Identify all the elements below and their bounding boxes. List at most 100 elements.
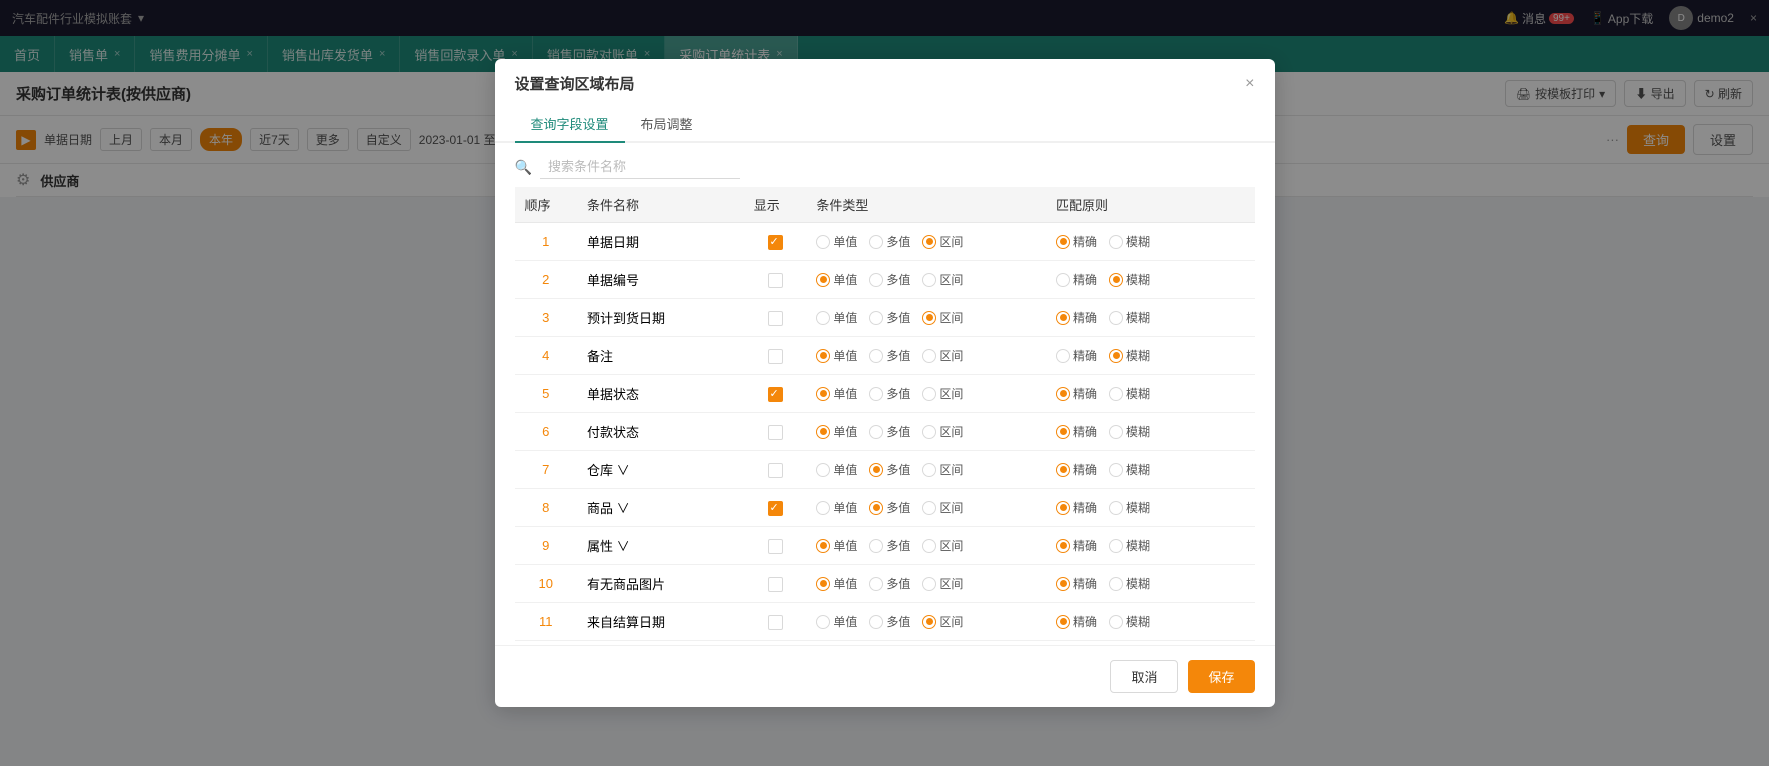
type-option-单值[interactable]: 单值 bbox=[816, 499, 857, 516]
type-option-多值[interactable]: 多值 bbox=[869, 461, 910, 478]
type-option-多值[interactable]: 多值 bbox=[869, 271, 910, 288]
type-option-单值[interactable]: 单值 bbox=[816, 271, 857, 288]
type-option-多值[interactable]: 多值 bbox=[869, 575, 910, 592]
radio-dot bbox=[922, 273, 936, 287]
row-name: 单据编号 bbox=[577, 261, 744, 299]
checkbox[interactable] bbox=[768, 349, 783, 364]
type-option-区间[interactable]: 区间 bbox=[922, 347, 963, 364]
row-show-checkbox[interactable] bbox=[744, 261, 807, 299]
row-type: 单值多值区间 bbox=[806, 261, 1046, 299]
match-option-精确[interactable]: 精确 bbox=[1056, 309, 1097, 326]
table-row: 2单据编号单值多值区间精确模糊 bbox=[515, 261, 1255, 299]
type-option-区间[interactable]: 区间 bbox=[922, 385, 963, 402]
row-show-checkbox[interactable] bbox=[744, 337, 807, 375]
row-match: 精确模糊 bbox=[1046, 451, 1254, 489]
match-option-模糊[interactable]: 模糊 bbox=[1109, 575, 1150, 592]
type-option-单值[interactable]: 单值 bbox=[816, 613, 857, 630]
type-option-区间[interactable]: 区间 bbox=[922, 499, 963, 516]
match-option-模糊[interactable]: 模糊 bbox=[1109, 537, 1150, 554]
row-name: 单据状态 bbox=[577, 375, 744, 413]
radio-dot bbox=[1109, 463, 1123, 477]
row-show-checkbox[interactable] bbox=[744, 223, 807, 261]
type-option-区间[interactable]: 区间 bbox=[922, 309, 963, 326]
match-option-模糊[interactable]: 模糊 bbox=[1109, 613, 1150, 630]
radio-dot bbox=[1056, 235, 1070, 249]
table-row: 9属性 ∨单值多值区间精确模糊 bbox=[515, 527, 1255, 565]
match-option-精确[interactable]: 精确 bbox=[1056, 423, 1097, 440]
checkbox[interactable] bbox=[768, 235, 783, 250]
type-option-区间[interactable]: 区间 bbox=[922, 461, 963, 478]
row-show-checkbox[interactable] bbox=[744, 451, 807, 489]
type-option-单值[interactable]: 单值 bbox=[816, 347, 857, 364]
row-seq: 1 bbox=[515, 223, 578, 261]
match-option-模糊[interactable]: 模糊 bbox=[1109, 233, 1150, 250]
row-show-checkbox[interactable] bbox=[744, 299, 807, 337]
radio-dot bbox=[922, 425, 936, 439]
modal-close-btn[interactable]: × bbox=[1245, 76, 1254, 92]
row-show-checkbox[interactable] bbox=[744, 375, 807, 413]
table-row: 6付款状态单值多值区间精确模糊 bbox=[515, 413, 1255, 451]
type-option-区间[interactable]: 区间 bbox=[922, 575, 963, 592]
tab-query-fields[interactable]: 查询字段设置 bbox=[515, 106, 625, 143]
type-option-多值[interactable]: 多值 bbox=[869, 499, 910, 516]
match-option-模糊[interactable]: 模糊 bbox=[1109, 385, 1150, 402]
type-option-单值[interactable]: 单值 bbox=[816, 537, 857, 554]
type-option-区间[interactable]: 区间 bbox=[922, 423, 963, 440]
match-option-模糊[interactable]: 模糊 bbox=[1109, 423, 1150, 440]
type-option-区间[interactable]: 区间 bbox=[922, 613, 963, 630]
row-match: 精确模糊 bbox=[1046, 223, 1254, 261]
type-option-单值[interactable]: 单值 bbox=[816, 233, 857, 250]
checkbox[interactable] bbox=[768, 463, 783, 478]
row-name: 来自结算日期 bbox=[577, 603, 744, 641]
match-option-精确[interactable]: 精确 bbox=[1056, 613, 1097, 630]
radio-dot bbox=[1109, 235, 1123, 249]
match-option-精确[interactable]: 精确 bbox=[1056, 347, 1097, 364]
row-show-checkbox[interactable] bbox=[744, 489, 807, 527]
checkbox[interactable] bbox=[768, 387, 783, 402]
type-option-多值[interactable]: 多值 bbox=[869, 613, 910, 630]
type-option-单值[interactable]: 单值 bbox=[816, 423, 857, 440]
match-option-模糊[interactable]: 模糊 bbox=[1109, 271, 1150, 288]
match-option-模糊[interactable]: 模糊 bbox=[1109, 309, 1150, 326]
tab-layout-adjust[interactable]: 布局调整 bbox=[625, 106, 709, 143]
match-option-精确[interactable]: 精确 bbox=[1056, 499, 1097, 516]
type-option-单值[interactable]: 单值 bbox=[816, 309, 857, 326]
checkbox[interactable] bbox=[768, 273, 783, 288]
row-show-checkbox[interactable] bbox=[744, 565, 807, 603]
row-show-checkbox[interactable] bbox=[744, 527, 807, 565]
type-option-多值[interactable]: 多值 bbox=[869, 309, 910, 326]
match-option-精确[interactable]: 精确 bbox=[1056, 575, 1097, 592]
cancel-button[interactable]: 取消 bbox=[1110, 660, 1178, 693]
match-option-模糊[interactable]: 模糊 bbox=[1109, 499, 1150, 516]
match-option-精确[interactable]: 精确 bbox=[1056, 537, 1097, 554]
radio-dot bbox=[1109, 349, 1123, 363]
checkbox[interactable] bbox=[768, 425, 783, 440]
checkbox[interactable] bbox=[768, 577, 783, 592]
match-option-精确[interactable]: 精确 bbox=[1056, 461, 1097, 478]
row-show-checkbox[interactable] bbox=[744, 413, 807, 451]
match-option-精确[interactable]: 精确 bbox=[1056, 271, 1097, 288]
type-option-多值[interactable]: 多值 bbox=[869, 385, 910, 402]
checkbox[interactable] bbox=[768, 501, 783, 516]
type-option-多值[interactable]: 多值 bbox=[869, 233, 910, 250]
type-option-单值[interactable]: 单值 bbox=[816, 575, 857, 592]
match-option-精确[interactable]: 精确 bbox=[1056, 385, 1097, 402]
type-option-多值[interactable]: 多值 bbox=[869, 423, 910, 440]
checkbox[interactable] bbox=[768, 311, 783, 326]
type-option-多值[interactable]: 多值 bbox=[869, 347, 910, 364]
match-option-模糊[interactable]: 模糊 bbox=[1109, 347, 1150, 364]
save-button[interactable]: 保存 bbox=[1188, 660, 1254, 693]
type-option-单值[interactable]: 单值 bbox=[816, 461, 857, 478]
checkbox[interactable] bbox=[768, 615, 783, 630]
row-show-checkbox[interactable] bbox=[744, 603, 807, 641]
type-option-区间[interactable]: 区间 bbox=[922, 271, 963, 288]
type-option-区间[interactable]: 区间 bbox=[922, 537, 963, 554]
match-option-精确[interactable]: 精确 bbox=[1056, 233, 1097, 250]
type-option-区间[interactable]: 区间 bbox=[922, 233, 963, 250]
checkbox[interactable] bbox=[768, 539, 783, 554]
type-option-多值[interactable]: 多值 bbox=[869, 537, 910, 554]
type-option-单值[interactable]: 单值 bbox=[816, 385, 857, 402]
table-row: 8商品 ∨单值多值区间精确模糊 bbox=[515, 489, 1255, 527]
search-input[interactable] bbox=[540, 155, 740, 179]
match-option-模糊[interactable]: 模糊 bbox=[1109, 461, 1150, 478]
